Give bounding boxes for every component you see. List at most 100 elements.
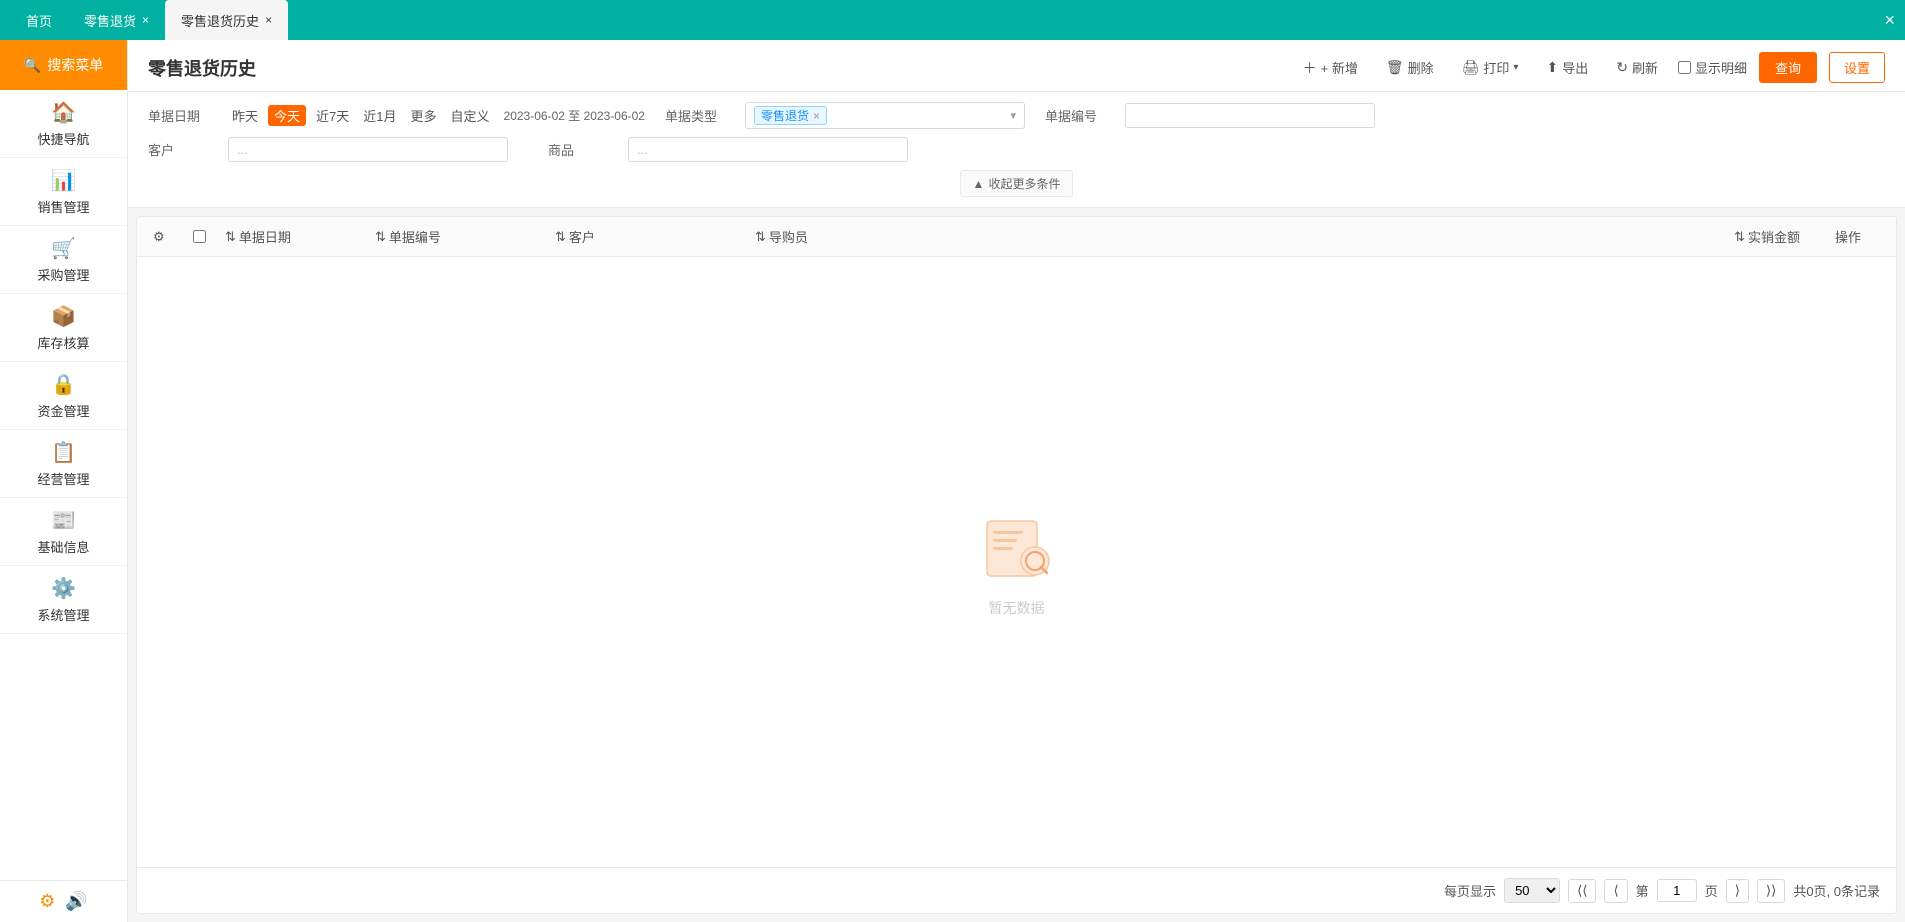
settings-col-icon: ⚙ xyxy=(153,229,165,245)
tab-list: 首页 零售退货 × 零售退货历史 × xyxy=(10,0,1884,40)
sidebar: 🔍 搜索菜单 🏠 快捷导航 📊 销售管理 🛒 采购管理 📦 库存核算 🔒 资金管… xyxy=(0,40,128,922)
date-filter-label: 单据日期 xyxy=(148,106,208,125)
sidebar-bottom: ⚙ 🔊 xyxy=(0,880,127,922)
sidebar-item-quick-nav[interactable]: 🏠 快捷导航 xyxy=(0,90,127,158)
th-settings[interactable]: ⚙ xyxy=(145,229,181,245)
th-customer[interactable]: ⇅ 客户 xyxy=(547,227,747,246)
type-filter-label: 单据类型 xyxy=(665,106,725,125)
collapse-icon: ▲ xyxy=(973,177,985,191)
filter-row-1: 单据日期 昨天 今天 近7天 近1月 更多 自定义 2023-06-02 至 2… xyxy=(148,102,1885,129)
prev-page-button[interactable]: ⟨ xyxy=(1604,879,1627,903)
display-detail-checkbox[interactable] xyxy=(1678,61,1691,74)
delete-icon: 🗑 xyxy=(1386,59,1404,76)
voucher-filter-input[interactable] xyxy=(1125,103,1375,128)
empty-illustration xyxy=(977,506,1057,586)
toolbar: ＋ + 新增 🗑 删除 🖨 打印 ▾ ⬆ 导出 ↻ xyxy=(1295,52,1885,83)
box-icon: 📦 xyxy=(51,304,76,329)
volume-icon-btn[interactable]: 🔊 xyxy=(65,891,87,912)
date-today[interactable]: 今天 xyxy=(268,105,306,126)
print-button[interactable]: 🖨 打印 ▾ xyxy=(1454,54,1527,81)
select-all-checkbox[interactable] xyxy=(193,230,206,243)
type-tag-close[interactable]: × xyxy=(813,109,820,123)
last-page-button[interactable]: ⟩⟩ xyxy=(1757,879,1785,903)
next-page-button[interactable]: ⟩ xyxy=(1726,879,1749,903)
empty-text: 暂无数据 xyxy=(989,598,1045,618)
export-icon: ⬆ xyxy=(1546,59,1558,76)
th-checkbox[interactable] xyxy=(181,230,217,243)
query-button[interactable]: 查询 xyxy=(1759,52,1817,83)
date-custom[interactable]: 自定义 xyxy=(447,105,494,126)
date-1month[interactable]: 近1月 xyxy=(359,105,400,126)
sidebar-search[interactable]: 🔍 搜索菜单 xyxy=(0,40,127,90)
content-area: 零售退货历史 ＋ + 新增 🗑 删除 🖨 打印 ▾ ⬆ 导出 xyxy=(128,40,1905,922)
date-options: 昨天 今天 近7天 近1月 更多 自定义 2023-06-02 至 2023-0… xyxy=(228,105,645,126)
page-input[interactable] xyxy=(1657,879,1697,902)
chart-icon: 📊 xyxy=(51,168,76,193)
window-close-button[interactable]: × xyxy=(1884,10,1895,31)
th-amount[interactable]: ⇅ 实销金额 xyxy=(947,227,1808,246)
plus-icon: ＋ xyxy=(1303,58,1317,78)
th-guide[interactable]: ⇅ 导购员 xyxy=(747,227,947,246)
sidebar-item-purchase-mgmt[interactable]: 🛒 采购管理 xyxy=(0,226,127,294)
voucher-filter-label: 单据编号 xyxy=(1045,106,1105,125)
sidebar-item-sales-mgmt[interactable]: 📊 销售管理 xyxy=(0,158,127,226)
pagination: 每页显示 50 10 20 100 ⟨⟨ ⟨ 第 页 ⟩ ⟩⟩ 共0页, 0条记… xyxy=(137,867,1896,913)
customer-placeholder: ... xyxy=(237,142,499,157)
setting-button[interactable]: 设置 xyxy=(1829,52,1885,83)
date-more[interactable]: 更多 xyxy=(407,105,441,126)
sidebar-item-inventory[interactable]: 📦 库存核算 xyxy=(0,294,127,362)
type-tag: 零售退货 × xyxy=(754,106,827,125)
settings-icon-btn[interactable]: ⚙ xyxy=(39,891,55,912)
type-filter-select[interactable]: 零售退货 × ▾ xyxy=(745,102,1025,129)
tab-home[interactable]: 首页 xyxy=(10,0,68,40)
export-button[interactable]: ⬆ 导出 xyxy=(1538,54,1596,81)
per-page-select[interactable]: 50 10 20 100 xyxy=(1504,878,1560,903)
date-yesterday[interactable]: 昨天 xyxy=(228,105,262,126)
customer-filter-field[interactable]: ... xyxy=(228,137,508,162)
page-suffix: 页 xyxy=(1705,881,1718,900)
close-tab-retail-return[interactable]: × xyxy=(142,13,149,27)
tab-retail-return[interactable]: 零售退货 × xyxy=(68,0,165,40)
customer-filter-label: 客户 xyxy=(148,140,208,159)
sort-customer-icon: ⇅ xyxy=(555,229,566,245)
tab-retail-return-history[interactable]: 零售退货历史 × xyxy=(165,0,288,40)
date-range-display: 2023-06-02 至 2023-06-02 xyxy=(504,107,645,124)
sidebar-item-system-mgmt[interactable]: ⚙️ 系统管理 xyxy=(0,566,127,634)
refresh-icon: ↻ xyxy=(1616,59,1628,76)
new-button[interactable]: ＋ + 新增 xyxy=(1295,54,1366,82)
home-icon: 🏠 xyxy=(51,100,76,125)
date-7days[interactable]: 近7天 xyxy=(312,105,353,126)
newspaper-icon: 📰 xyxy=(51,508,76,533)
empty-state: 暂无数据 xyxy=(137,257,1896,867)
total-records: 共0页, 0条记录 xyxy=(1793,881,1880,900)
filter-area: 单据日期 昨天 今天 近7天 近1月 更多 自定义 2023-06-02 至 2… xyxy=(128,92,1905,208)
goods-placeholder: ... xyxy=(637,142,899,157)
goods-filter-label: 商品 xyxy=(548,140,608,159)
page-label: 第 xyxy=(1636,881,1649,900)
data-table: ⚙ ⇅ 单据日期 ⇅ 单据编号 ⇅ 客户 ⇅ xyxy=(136,216,1897,914)
sidebar-item-base-info[interactable]: 📰 基础信息 xyxy=(0,498,127,566)
display-detail-checkbox-label[interactable]: 显示明细 xyxy=(1678,58,1747,77)
per-page-label: 每页显示 xyxy=(1444,881,1496,900)
sort-num-icon: ⇅ xyxy=(375,229,386,245)
lock-icon: 🔒 xyxy=(51,372,76,397)
search-icon: 🔍 xyxy=(24,57,41,74)
th-date[interactable]: ⇅ 单据日期 xyxy=(217,227,367,246)
delete-button[interactable]: 🗑 删除 xyxy=(1378,54,1442,81)
collapse-button[interactable]: ▲ 收起更多条件 xyxy=(960,170,1074,197)
clipboard-icon: 📋 xyxy=(51,440,76,465)
page-header: 零售退货历史 ＋ + 新增 🗑 删除 🖨 打印 ▾ ⬆ 导出 xyxy=(128,40,1905,92)
sidebar-item-business[interactable]: 📋 经营管理 xyxy=(0,430,127,498)
refresh-button[interactable]: ↻ 刷新 xyxy=(1608,54,1666,81)
filter-row-2: 客户 ... 商品 ... xyxy=(148,137,1885,162)
goods-filter-field[interactable]: ... xyxy=(628,137,908,162)
table-header: ⚙ ⇅ 单据日期 ⇅ 单据编号 ⇅ 客户 ⇅ xyxy=(137,217,1896,257)
sort-amount-icon: ⇅ xyxy=(1734,229,1745,245)
th-num[interactable]: ⇅ 单据编号 xyxy=(367,227,547,246)
close-tab-retail-return-history[interactable]: × xyxy=(265,13,272,27)
type-select-chevron-icon: ▾ xyxy=(1010,109,1016,122)
th-action: 操作 xyxy=(1808,227,1888,246)
first-page-button[interactable]: ⟨⟨ xyxy=(1568,879,1596,903)
page-title: 零售退货历史 xyxy=(148,55,256,81)
sidebar-item-finance[interactable]: 🔒 资金管理 xyxy=(0,362,127,430)
